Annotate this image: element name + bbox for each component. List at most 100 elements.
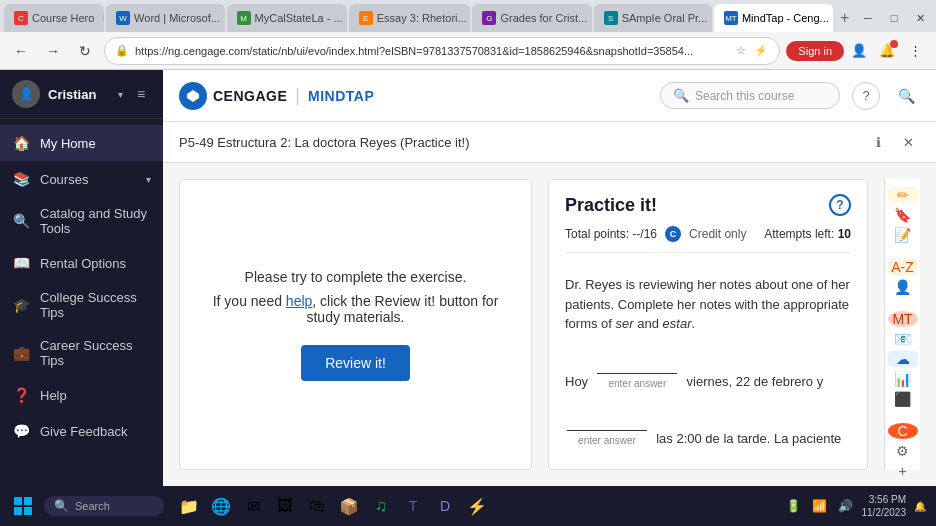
taskbar-discord[interactable]: D [430, 491, 460, 521]
svg-rect-3 [14, 507, 22, 515]
address-bar-row: ← → ↻ 🔒 https://ng.cengage.com/static/nb… [0, 32, 936, 70]
tab-close-icon[interactable]: ✕ [102, 11, 104, 25]
taskbar-amazon[interactable]: 📦 [334, 491, 364, 521]
minimize-button[interactable]: ─ [856, 6, 880, 30]
taskbar-photos[interactable]: 🖼 [270, 491, 300, 521]
help-link[interactable]: help [286, 293, 312, 309]
tab-mycalstate[interactable]: M MyCalStateLa - ... ✕ [227, 4, 347, 32]
sidebar-nav: 🏠 My Home 📚 Courses ▾ 🔍 Catalog and Stud… [0, 119, 163, 486]
sidebar-toggle-icon[interactable]: ≡ [131, 84, 151, 104]
note-icon[interactable]: 📝 [888, 227, 918, 243]
taskbar: 🔍 Search 📁 🌐 ✉ 🖼 🛍 📦 ♫ T D ⚡ 🔋 📶 🔊 3:56 … [0, 486, 936, 526]
taskbar-mail[interactable]: ✉ [238, 491, 268, 521]
maximize-button[interactable]: □ [882, 6, 906, 30]
tab-grades[interactable]: G Grades for Crist... ✕ [472, 4, 591, 32]
settings-icon[interactable]: ⚙ [888, 443, 918, 459]
flashcard-brand-icon[interactable]: A-Z [888, 259, 918, 275]
sidebar-item-catalog[interactable]: 🔍 Catalog and Study Tools [0, 197, 163, 245]
sidebar: 👤 Cristian ▾ ≡ 🏠 My Home 📚 Courses ▾ 🔍 C… [0, 70, 163, 486]
sidebar-item-help[interactable]: ❓ Help [0, 377, 163, 413]
taskbar-tray: 🔋 📶 🔊 3:56 PM 11/2/2023 🔔 [784, 493, 929, 519]
fill-blank-3: enter answer [567, 464, 647, 469]
taskbar-spotify[interactable]: ♫ [366, 491, 396, 521]
meta-points: Total points: --/16 [565, 227, 657, 241]
window-icon[interactable]: ⬛ [888, 391, 918, 407]
brand-icon[interactable]: MT [888, 311, 918, 327]
help-icon: ❓ [12, 386, 30, 404]
extension-icon[interactable]: ⚡ [753, 43, 769, 59]
profile-icon[interactable]: 👤 [846, 38, 872, 64]
logo-divider: | [295, 85, 300, 106]
taskbar-file-explorer[interactable]: 📁 [174, 491, 204, 521]
tab-sample[interactable]: S SAmpIe Oral Pr... ✕ [594, 4, 712, 32]
info-icon[interactable]: ℹ [866, 130, 890, 154]
practice-title-row: Practice it! ? [565, 194, 851, 216]
taskbar-chrome[interactable]: 🌐 [206, 491, 236, 521]
notifications-icon[interactable]: 🔔 [874, 38, 900, 64]
taskbar-notification-icon[interactable]: 🔔 [912, 498, 928, 514]
back-button[interactable]: ← [8, 38, 34, 64]
practice-help-button[interactable]: ? [829, 194, 851, 216]
address-box[interactable]: 🔒 https://ng.cengage.com/static/nb/ui/ev… [104, 37, 780, 65]
sidebar-item-my-home[interactable]: 🏠 My Home [0, 125, 163, 161]
cengage-brand-icon[interactable]: C [888, 423, 918, 439]
review-button[interactable]: Review it! [301, 345, 410, 381]
sidebar-item-rental[interactable]: 📖 Rental Options [0, 245, 163, 281]
help-button[interactable]: ? [852, 82, 880, 110]
meta-credit: Credit only [689, 227, 746, 241]
sidebar-item-feedback[interactable]: 💬 Give Feedback [0, 413, 163, 449]
tray-wifi-icon[interactable]: 📶 [810, 496, 830, 516]
fill-row-3: enter answer Aracelia Itzapú. Ella enter… [565, 464, 851, 469]
taskbar-teams[interactable]: T [398, 491, 428, 521]
bookmark-icon[interactable]: 🔖 [888, 207, 918, 223]
taskbar-extra[interactable]: ⚡ [462, 491, 492, 521]
meta-attempts: Attempts left: 10 [764, 227, 851, 241]
cengage-logo: CENGAGE | MINDTAP [179, 82, 374, 110]
breadcrumb-icons: ℹ ✕ [866, 130, 920, 154]
start-button[interactable] [8, 491, 38, 521]
reload-button[interactable]: ↻ [72, 38, 98, 64]
sidebar-item-courses[interactable]: 📚 Courses ▾ [0, 161, 163, 197]
search-button[interactable]: 🔍 [892, 82, 920, 110]
chevron-icon: ▾ [146, 174, 151, 185]
star-icon[interactable]: ☆ [733, 43, 749, 59]
search-placeholder: Search this course [695, 89, 794, 103]
onedrive-icon[interactable]: ☁ [888, 351, 918, 367]
credit-circle: C [665, 226, 681, 242]
attempts-value: 10 [838, 227, 851, 241]
sidebar-item-label: Catalog and Study Tools [40, 206, 151, 236]
add-icon[interactable]: + [888, 463, 918, 479]
tab-essay[interactable]: E Essay 3: Rhetori... ✕ [349, 4, 471, 32]
sign-in-button[interactable]: Sign in [786, 41, 844, 61]
search-icon: 🔍 [673, 88, 689, 103]
rental-icon: 📖 [12, 254, 30, 272]
left-panel-message2: If you need help, click the Review it! b… [200, 293, 511, 325]
browser-menu-icon[interactable]: ⋮ [902, 38, 928, 64]
cengage-icon [179, 82, 207, 110]
highlight-icon[interactable]: ✏ [888, 187, 918, 203]
sidebar-item-label: College Success Tips [40, 290, 151, 320]
tab-word[interactable]: W Word | Microsof... ✕ [106, 4, 224, 32]
user-icon[interactable]: 👤 [888, 279, 918, 295]
new-tab-button[interactable]: + [835, 6, 854, 30]
taskbar-search-box[interactable]: 🔍 Search [44, 496, 164, 516]
courses-icon: 📚 [12, 170, 30, 188]
top-bar: CENGAGE | MINDTAP 🔍 Search this course ?… [163, 70, 936, 122]
tray-volume-icon[interactable]: 🔊 [836, 496, 856, 516]
sidebar-item-college-success[interactable]: 🎓 College Success Tips [0, 281, 163, 329]
practice-header: Practice it! ? Total points: --/16 C Cre… [549, 180, 867, 261]
outlook-icon[interactable]: 📧 [888, 331, 918, 347]
close-icon[interactable]: ✕ [896, 130, 920, 154]
tab-course-hero[interactable]: C Course Hero ✕ [4, 4, 104, 32]
sidebar-user[interactable]: 👤 Cristian ▾ ≡ [0, 70, 163, 119]
tray-battery-icon[interactable]: 🔋 [784, 496, 804, 516]
main-content: Please try to complete the exercise. If … [163, 163, 936, 486]
sidebar-item-career-success[interactable]: 💼 Career Success Tips [0, 329, 163, 377]
search-box[interactable]: 🔍 Search this course [660, 82, 840, 109]
tab-mindtap[interactable]: MT MindTap - Ceng... ✕ [714, 4, 833, 32]
close-button[interactable]: ✕ [908, 6, 932, 30]
taskbar-store[interactable]: 🛍 [302, 491, 332, 521]
practice-description: Dr. Reyes is reviewing her notes about o… [565, 275, 851, 334]
forward-button[interactable]: → [40, 38, 66, 64]
sheets-icon[interactable]: 📊 [888, 371, 918, 387]
